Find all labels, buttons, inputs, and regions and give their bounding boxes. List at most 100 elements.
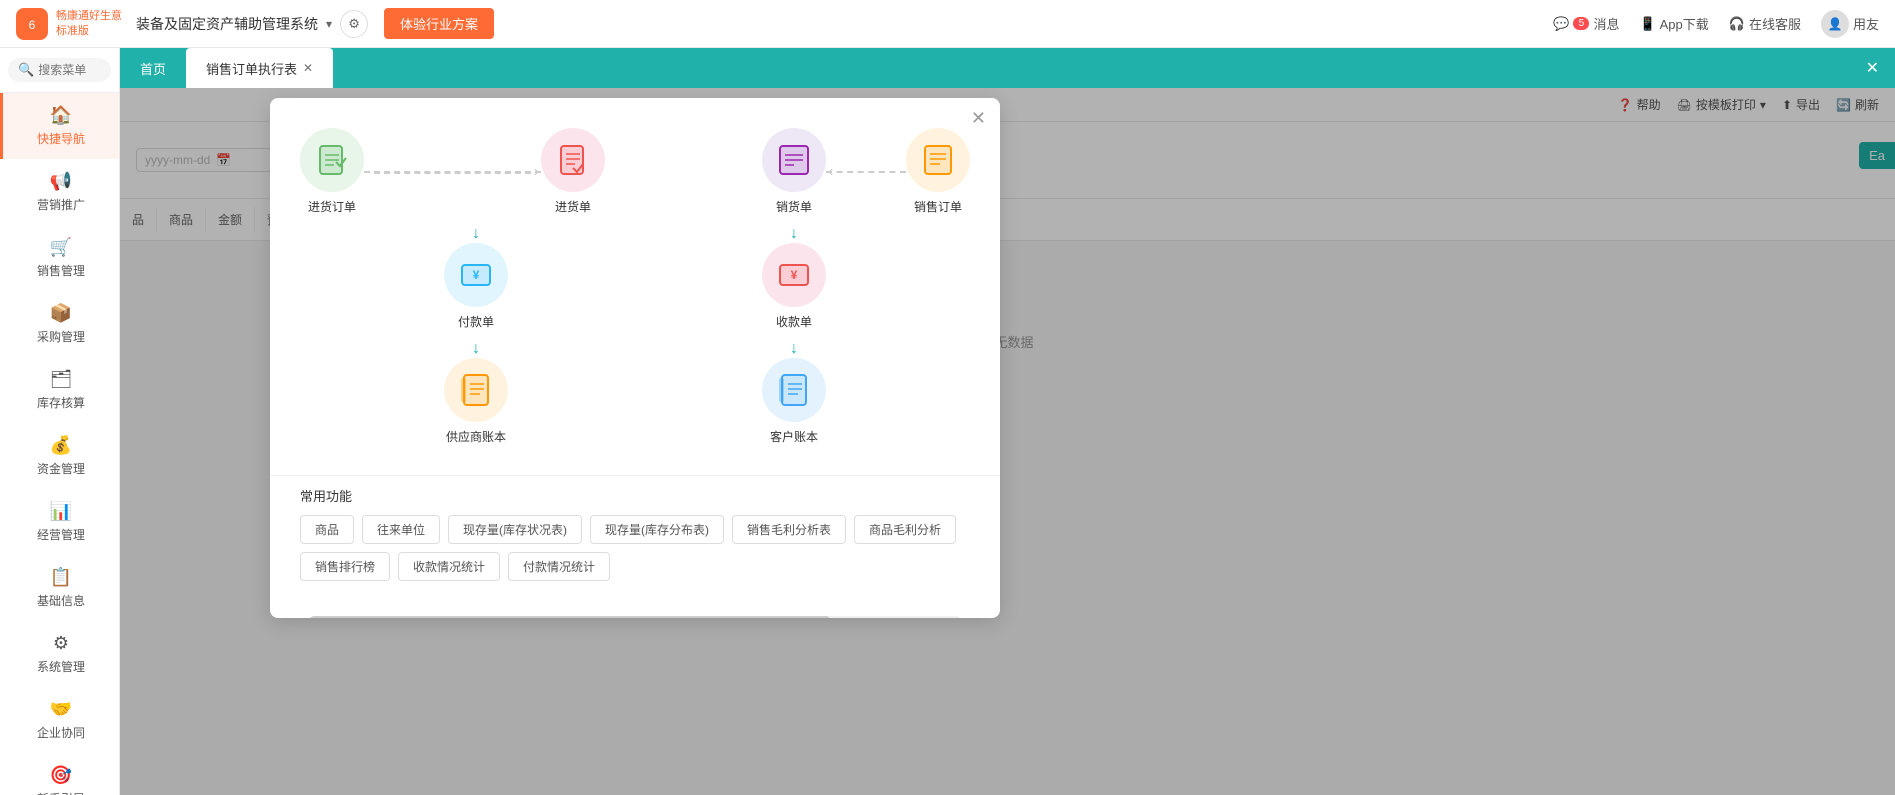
customer-ledger-label: 客户账本 (770, 428, 818, 445)
sales-icon: 🛒 (50, 237, 72, 258)
flow-node-sales-order[interactable]: 销售订单 (906, 128, 970, 215)
flow-node-purchase-order[interactable]: 进货订单 (300, 128, 364, 215)
arrow-down-receipt: ↓ (762, 340, 826, 358)
arrow-purchase-to-receipt: › (364, 157, 541, 187)
purchase-order-label: 进货订单 (308, 198, 356, 215)
flow-node-sales-receipt[interactable]: 销货单 (762, 128, 826, 215)
top-header: 6 畅康通好生意 标准版 装备及固定资产辅助管理系统 ▾ ⚙ 体验行业方案 💬 … (0, 0, 1895, 48)
arrow-down-payment: ↓ (444, 340, 508, 358)
flow-node-receipt-slip[interactable]: ¥ 收款单 (762, 243, 826, 330)
common-buttons-row1: 商品 往来单位 现存量(库存状况表) 现存量(库存分布表) 销售毛利分析表 商品… (300, 515, 970, 544)
sidebar-item-operations[interactable]: 📊 经营管理 (0, 489, 119, 555)
sidebar-item-finance[interactable]: 💰 资金管理 (0, 423, 119, 489)
app-download-button[interactable]: 📱 App下载 (1639, 14, 1708, 33)
svg-text:¥: ¥ (791, 268, 798, 282)
sidebar-item-label: 快捷导航 (37, 130, 85, 147)
flow-diagram: 进货订单 › (270, 98, 1000, 475)
flow-node-supplier-ledger[interactable]: 供应商账本 (444, 358, 508, 445)
common-functions-title: 常用功能 (300, 486, 970, 505)
tab-home[interactable]: 首页 (120, 48, 186, 88)
purchase-receipt-label: 进货单 (555, 198, 591, 215)
sidebar-item-label: 新手引导 (37, 790, 85, 795)
cf-btn-product-profit-analysis[interactable]: 商品毛利分析 (854, 515, 956, 544)
basic-info-icon: 📋 (50, 567, 72, 588)
sidebar-item-purchase[interactable]: 📦 采购管理 (0, 291, 119, 357)
sidebar-item-sales[interactable]: 🛒 销售管理 (0, 225, 119, 291)
close-window-button[interactable]: ✕ (1850, 58, 1895, 78)
modal-overlay: ✕ (120, 88, 1895, 795)
search-input[interactable] (38, 63, 108, 77)
modal-close-button[interactable]: ✕ (971, 108, 986, 129)
sidebar-item-quick-guide[interactable]: 🏠 快捷导航 (0, 93, 119, 159)
sidebar-search-area: 🔍 (0, 48, 119, 93)
tab-close-icon[interactable]: ✕ (303, 61, 313, 75)
cf-btn-stock-status[interactable]: 现存量(库存状况表) (448, 515, 582, 544)
operations-icon: 📊 (50, 501, 72, 522)
flow-node-payment-slip[interactable]: ¥ 付款单 (444, 243, 508, 330)
flow-row-1: 进货订单 › (300, 128, 970, 215)
common-buttons-row2: 销售排行榜 收款情况统计 付款情况统计 (300, 552, 970, 581)
purchase-icon: 📦 (50, 303, 72, 324)
sidebar-item-label: 企业协同 (37, 724, 85, 741)
customer-ledger-circle (762, 358, 826, 422)
sidebar-item-newbie[interactable]: 🎯 新手引导 (0, 753, 119, 795)
header-right: 💬 5 消息 📱 App下载 🎧 在线客服 👤 用友 (1553, 10, 1879, 38)
search-wrap[interactable]: 🔍 (8, 58, 111, 82)
payment-slip-circle: ¥ (444, 243, 508, 307)
message-badge: 5 (1573, 17, 1589, 30)
sidebar-item-system[interactable]: ⚙ 系统管理 (0, 621, 119, 687)
scroll-left-arrow[interactable]: ‹ (300, 613, 304, 618)
inventory-icon: 🗂 (50, 369, 73, 390)
payment-slip-label: 付款单 (458, 313, 494, 330)
home-tab-label: 首页 (140, 59, 166, 78)
flow-arrows-down-row1: ↓ ↓ (300, 225, 970, 243)
system-dropdown-button[interactable]: ▾ (326, 17, 332, 31)
cf-btn-receipt-stats[interactable]: 收款情况统计 (398, 552, 500, 581)
receipt-slip-circle: ¥ (762, 243, 826, 307)
scroll-track[interactable] (310, 616, 960, 618)
sidebar-item-basic-info[interactable]: 📋 基础信息 (0, 555, 119, 621)
flow-node-purchase-receipt[interactable]: 进货单 (541, 128, 605, 215)
online-service-button[interactable]: 🎧 在线客服 (1729, 14, 1801, 33)
sidebar: 🔍 🏠 快捷导航 📢 营销推广 🛒 销售管理 📦 采购管理 🗂 库存核算 💰 资… (0, 48, 120, 795)
sidebar-item-marketing[interactable]: 📢 营销推广 (0, 159, 119, 225)
cf-btn-stock-distribution[interactable]: 现存量(库存分布表) (590, 515, 724, 544)
flow-node-customer-ledger[interactable]: 客户账本 (762, 358, 826, 445)
sidebar-item-label: 销售管理 (37, 262, 85, 279)
quick-guide-icon: 🏠 (50, 105, 72, 126)
service-icon: 🎧 (1729, 16, 1745, 32)
cf-btn-counterparty[interactable]: 往来单位 (362, 515, 440, 544)
cf-btn-payment-stats[interactable]: 付款情况统计 (508, 552, 610, 581)
arrow-order-to-sales: ‹ (826, 157, 906, 187)
settings-button[interactable]: ⚙ (340, 10, 368, 38)
tab-bar: 首页 销售订单执行表 ✕ ✕ (120, 48, 1895, 88)
tab-sales-exec[interactable]: 销售订单执行表 ✕ (186, 48, 333, 88)
cf-btn-sales-profit-analysis[interactable]: 销售毛利分析表 (732, 515, 846, 544)
supplier-ledger-circle (444, 358, 508, 422)
sidebar-item-enterprise[interactable]: 🤝 企业协同 (0, 687, 119, 753)
sales-receipt-circle (762, 128, 826, 192)
sales-receipt-label: 销货单 (776, 198, 812, 215)
content-area: 首页 销售订单执行表 ✕ ✕ ❓ 帮助 🖨 按模板打印 ▾ (120, 48, 1895, 795)
sidebar-item-label: 库存核算 (37, 394, 85, 411)
message-icon: 💬 (1553, 16, 1569, 32)
user-menu[interactable]: 👤 用友 (1821, 10, 1879, 38)
sidebar-item-label: 采购管理 (37, 328, 85, 345)
flow-row-2: ¥ 付款单 (300, 243, 970, 330)
sidebar-item-inventory[interactable]: 🗂 库存核算 (0, 357, 119, 423)
message-button[interactable]: 💬 5 消息 (1553, 14, 1619, 33)
sidebar-item-label: 经营管理 (37, 526, 85, 543)
svg-text:¥: ¥ (473, 268, 480, 282)
receipt-slip-label: 收款单 (776, 313, 812, 330)
user-name: 用友 (1853, 14, 1879, 33)
sales-exec-tab-label: 销售订单执行表 (206, 59, 297, 78)
flow-arrows-down-row2: ↓ ↓ (300, 340, 970, 358)
cf-btn-product[interactable]: 商品 (300, 515, 354, 544)
cf-btn-sales-ranking[interactable]: 销售排行榜 (300, 552, 390, 581)
enterprise-icon: 🤝 (50, 699, 72, 720)
sidebar-item-label: 资金管理 (37, 460, 85, 477)
finance-icon: 💰 (50, 435, 72, 456)
arrow-down-sales-receipt: ↓ (762, 225, 826, 243)
scroll-right-arrow[interactable]: › (966, 613, 970, 618)
experience-button[interactable]: 体验行业方案 (384, 8, 494, 39)
